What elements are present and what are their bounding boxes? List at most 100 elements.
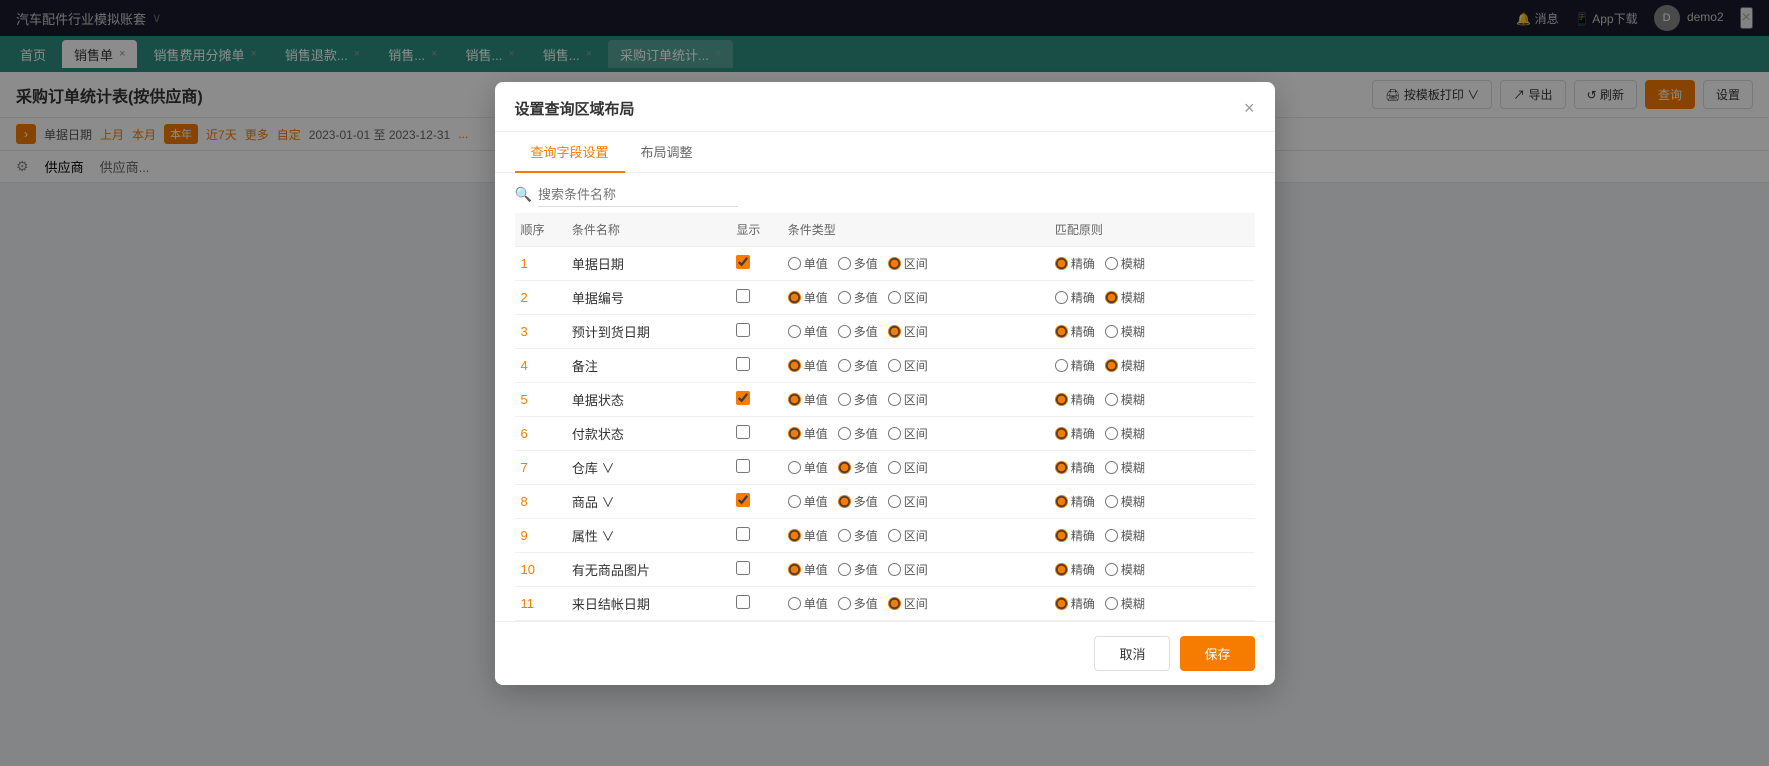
radio-type-type_multi[interactable]: 多值	[838, 323, 878, 340]
row-show-checkbox[interactable]	[730, 416, 781, 450]
radio-type-type_single[interactable]: 单值	[788, 595, 828, 612]
show-checkbox[interactable]	[736, 459, 750, 473]
show-checkbox[interactable]	[736, 357, 750, 371]
show-checkbox[interactable]	[736, 323, 750, 337]
row-show-checkbox[interactable]	[730, 552, 781, 586]
radio-type-type_range[interactable]: 区间	[888, 289, 928, 306]
radio-type-type_range[interactable]: 区间	[888, 595, 928, 612]
col-name: 条件名称	[566, 213, 730, 247]
row-show-checkbox[interactable]	[730, 246, 781, 280]
radio-match-match_fuzzy[interactable]: 模糊	[1105, 357, 1145, 374]
dialog-close-button[interactable]: ×	[1244, 99, 1255, 117]
save-button[interactable]: 保存	[1180, 636, 1254, 671]
radio-type-type_single[interactable]: 单值	[788, 289, 828, 306]
row-show-checkbox[interactable]	[730, 280, 781, 314]
radio-type-type_range[interactable]: 区间	[888, 561, 928, 578]
radio-type-type_multi[interactable]: 多值	[838, 527, 878, 544]
radio-match-match_exact[interactable]: 精确	[1055, 391, 1095, 408]
radio-type-type_range[interactable]: 区间	[888, 357, 928, 374]
table-row: 1单据日期单值多值区间精确模糊	[515, 246, 1255, 280]
radio-type-type_multi[interactable]: 多值	[838, 425, 878, 442]
row-order: 8	[515, 484, 566, 518]
radio-type-type_multi[interactable]: 多值	[838, 493, 878, 510]
radio-type-type_single[interactable]: 单值	[788, 459, 828, 476]
radio-type-type_single[interactable]: 单值	[788, 255, 828, 272]
radio-type-type_multi[interactable]: 多值	[838, 357, 878, 374]
radio-type-type_range[interactable]: 区间	[888, 493, 928, 510]
row-show-checkbox[interactable]	[730, 586, 781, 620]
cancel-button[interactable]: 取消	[1094, 636, 1170, 671]
radio-match-match_exact[interactable]: 精确	[1055, 425, 1095, 442]
table-row: 10有无商品图片单值多值区间精确模糊	[515, 552, 1255, 586]
radio-type-type_single[interactable]: 单值	[788, 391, 828, 408]
radio-type-type_single[interactable]: 单值	[788, 493, 828, 510]
radio-type-type_multi[interactable]: 多值	[838, 255, 878, 272]
row-condition-name: 商品 ∨	[566, 484, 730, 518]
row-show-checkbox[interactable]	[730, 518, 781, 552]
row-match-group: 精确模糊	[1049, 246, 1255, 280]
row-show-checkbox[interactable]	[730, 314, 781, 348]
table-row: 11来日结帐日期单值多值区间精确模糊	[515, 586, 1255, 620]
radio-type-type_multi[interactable]: 多值	[838, 459, 878, 476]
radio-type-type_single[interactable]: 单值	[788, 561, 828, 578]
radio-match-match_exact[interactable]: 精确	[1055, 493, 1095, 510]
show-checkbox[interactable]	[736, 255, 750, 269]
row-condition-name: 单据编号	[566, 280, 730, 314]
dialog-tab-fields[interactable]: 查询字段设置	[515, 132, 625, 173]
show-checkbox[interactable]	[736, 289, 750, 303]
radio-type-type_range[interactable]: 区间	[888, 323, 928, 340]
radio-match-match_exact[interactable]: 精确	[1055, 459, 1095, 476]
radio-match-match_fuzzy[interactable]: 模糊	[1105, 391, 1145, 408]
radio-match-match_exact[interactable]: 精确	[1055, 561, 1095, 578]
row-show-checkbox[interactable]	[730, 348, 781, 382]
show-checkbox[interactable]	[736, 527, 750, 541]
radio-type-type_range[interactable]: 区间	[888, 425, 928, 442]
radio-type-type_single[interactable]: 单值	[788, 357, 828, 374]
row-match-group: 精确模糊	[1049, 586, 1255, 620]
row-show-checkbox[interactable]	[730, 450, 781, 484]
radio-match-match_fuzzy[interactable]: 模糊	[1105, 493, 1145, 510]
show-checkbox[interactable]	[736, 561, 750, 575]
row-type-group: 单值多值区间	[782, 348, 1049, 382]
radio-match-match_exact[interactable]: 精确	[1055, 323, 1095, 340]
radio-type-type_multi[interactable]: 多值	[838, 595, 878, 612]
show-checkbox[interactable]	[736, 391, 750, 405]
radio-match-match_exact[interactable]: 精确	[1055, 289, 1095, 306]
row-condition-name: 属性 ∨	[566, 518, 730, 552]
radio-match-match_fuzzy[interactable]: 模糊	[1105, 289, 1145, 306]
table-row: 5单据状态单值多值区间精确模糊	[515, 382, 1255, 416]
radio-match-match_fuzzy[interactable]: 模糊	[1105, 561, 1145, 578]
row-match-group: 精确模糊	[1049, 552, 1255, 586]
radio-match-match_fuzzy[interactable]: 模糊	[1105, 595, 1145, 612]
radio-match-match_exact[interactable]: 精确	[1055, 357, 1095, 374]
col-order: 顺序	[515, 213, 566, 247]
show-checkbox[interactable]	[736, 595, 750, 609]
radio-type-type_multi[interactable]: 多值	[838, 391, 878, 408]
radio-type-type_single[interactable]: 单值	[788, 323, 828, 340]
radio-type-type_single[interactable]: 单值	[788, 425, 828, 442]
radio-match-match_exact[interactable]: 精确	[1055, 255, 1095, 272]
row-type-group: 单值多值区间	[782, 382, 1049, 416]
radio-type-type_range[interactable]: 区间	[888, 459, 928, 476]
radio-match-match_fuzzy[interactable]: 模糊	[1105, 425, 1145, 442]
radio-match-match_fuzzy[interactable]: 模糊	[1105, 527, 1145, 544]
radio-type-type_range[interactable]: 区间	[888, 391, 928, 408]
radio-type-type_multi[interactable]: 多值	[838, 561, 878, 578]
show-checkbox[interactable]	[736, 425, 750, 439]
radio-match-match_fuzzy[interactable]: 模糊	[1105, 323, 1145, 340]
show-checkbox[interactable]	[736, 493, 750, 507]
row-show-checkbox[interactable]	[730, 484, 781, 518]
radio-match-match_exact[interactable]: 精确	[1055, 595, 1095, 612]
dialog-tab-layout[interactable]: 布局调整	[625, 132, 709, 173]
background-page: 汽车配件行业模拟账套 ∨ 🔔 消息 📱 App下载 D demo2 × 首页 销…	[0, 0, 1769, 766]
radio-type-type_single[interactable]: 单值	[788, 527, 828, 544]
radio-match-match_fuzzy[interactable]: 模糊	[1105, 459, 1145, 476]
row-show-checkbox[interactable]	[730, 382, 781, 416]
radio-match-match_exact[interactable]: 精确	[1055, 527, 1095, 544]
dialog-tabs: 查询字段设置 布局调整	[495, 132, 1275, 173]
search-input[interactable]	[538, 183, 738, 207]
radio-type-type_multi[interactable]: 多值	[838, 289, 878, 306]
radio-match-match_fuzzy[interactable]: 模糊	[1105, 255, 1145, 272]
radio-type-type_range[interactable]: 区间	[888, 527, 928, 544]
radio-type-type_range[interactable]: 区间	[888, 255, 928, 272]
